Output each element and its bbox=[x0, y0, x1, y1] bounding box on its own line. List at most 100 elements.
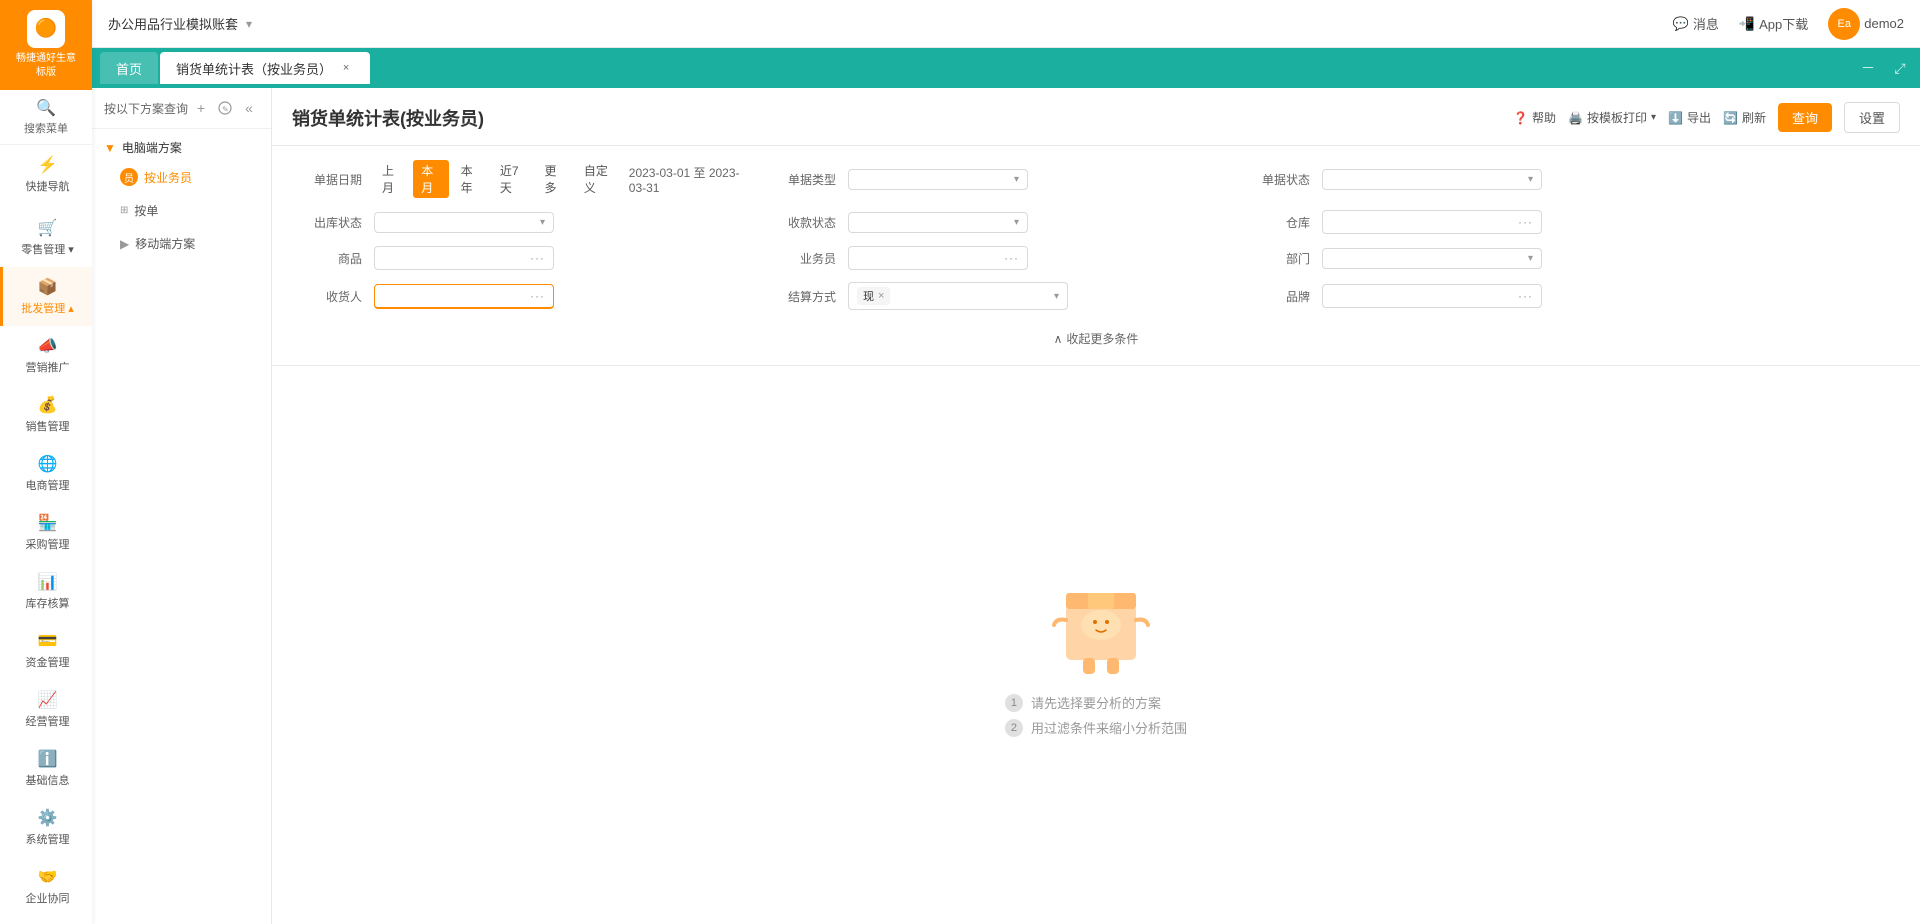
active-scheme-dot: 员 bbox=[120, 168, 138, 186]
refresh-action[interactable]: 🔄 刷新 bbox=[1723, 109, 1766, 126]
settlement-select[interactable]: 现 × ▾ bbox=[848, 282, 1068, 310]
consignee-input[interactable]: ··· bbox=[374, 284, 554, 309]
user-profile[interactable]: Ea demo2 bbox=[1828, 8, 1904, 40]
svg-text:✎: ✎ bbox=[222, 105, 229, 114]
wholesale-label: 批发管理 ▴ bbox=[21, 300, 74, 316]
collapse-button[interactable]: ∧ 收起更多条件 bbox=[1042, 326, 1151, 351]
help-action[interactable]: ❓ 帮助 bbox=[1513, 109, 1556, 126]
settings-button[interactable]: 设置 bbox=[1844, 102, 1900, 133]
tabs-actions: － ⤢ bbox=[1856, 56, 1912, 80]
print-dropdown-icon: ▾ bbox=[1651, 112, 1656, 123]
receive-status-select[interactable]: ▾ bbox=[848, 212, 1028, 233]
sidebar-item-ecommerce[interactable]: 🌐 电商管理 bbox=[0, 444, 92, 503]
sidebar-item-finance[interactable]: 💳 资金管理 bbox=[0, 621, 92, 680]
user-avatar: Ea bbox=[1828, 8, 1860, 40]
sidebar-item-wholesale[interactable]: 📦 批发管理 ▴ bbox=[0, 267, 92, 326]
settlement-label: 结算方式 bbox=[766, 288, 836, 305]
message-action[interactable]: 💬 消息 bbox=[1673, 14, 1719, 33]
date-tab-custom[interactable]: 自定义 bbox=[576, 160, 621, 198]
salesperson-input[interactable]: ··· bbox=[848, 246, 1028, 270]
date-filter-control: 上月 本月 本年 近7天 更多 自定义 2023-03-01 至 2023-03… bbox=[374, 160, 754, 198]
scheme-item-mobile[interactable]: ▶ 移动端方案 bbox=[92, 229, 271, 258]
warehouse-input[interactable]: ··· bbox=[1322, 210, 1542, 234]
date-tab-thisyear[interactable]: 本年 bbox=[453, 160, 488, 198]
scheme-item-salesperson[interactable]: 员 按业务员 bbox=[92, 162, 271, 192]
brand-input[interactable]: ··· bbox=[1322, 284, 1542, 308]
sidebar-item-inventory[interactable]: 📊 库存核算 bbox=[0, 562, 92, 621]
filter-row-3: 商品 ··· 业务员 ··· 部门 bbox=[292, 246, 1900, 270]
sidebar-item-newbie[interactable]: 🆕 新手引导 bbox=[0, 916, 92, 924]
doc-type-arrow: ▾ bbox=[1014, 174, 1019, 185]
empty-hint-2: 2 用过滤条件来缩小分析范围 bbox=[1005, 715, 1187, 740]
brand-control[interactable]: ··· bbox=[1322, 284, 1702, 308]
salesperson-control[interactable]: ··· bbox=[848, 246, 1228, 270]
out-status-select[interactable]: ▾ bbox=[374, 212, 554, 233]
ecommerce-label: 电商管理 bbox=[26, 477, 70, 493]
department-label: 部门 bbox=[1240, 250, 1310, 267]
out-status-control[interactable]: ▾ bbox=[374, 212, 754, 233]
date-tab-thismonth[interactable]: 本月 bbox=[413, 160, 448, 198]
tab-sales-stats[interactable]: 销货单统计表（按业务员） × bbox=[160, 52, 370, 84]
date-tab-lastmonth[interactable]: 上月 bbox=[374, 160, 409, 198]
refresh-icon: 🔄 bbox=[1723, 111, 1738, 125]
sidebar-item-marketing[interactable]: 📣 营销推广 bbox=[0, 326, 92, 385]
receive-status-control[interactable]: ▾ bbox=[848, 212, 1228, 233]
settlement-tag-close-btn[interactable]: × bbox=[878, 290, 884, 302]
empty-hints: 1 请先选择要分析的方案 2 用过滤条件来缩小分析范围 bbox=[1005, 690, 1187, 740]
export-action[interactable]: ⬇️ 导出 bbox=[1668, 109, 1711, 126]
doc-status-select[interactable]: ▾ bbox=[1322, 169, 1542, 190]
settlement-arrow: ▾ bbox=[1054, 291, 1059, 302]
scheme-collapse-btn[interactable]: « bbox=[239, 98, 259, 118]
active-tab-label: 销货单统计表（按业务员） bbox=[176, 59, 332, 78]
goods-label: 商品 bbox=[292, 250, 362, 267]
goods-input[interactable]: ··· bbox=[374, 246, 554, 270]
doc-type-select[interactable]: ▾ bbox=[848, 169, 1028, 190]
print-action[interactable]: 🖨️ 按模板打印 ▾ bbox=[1568, 109, 1656, 126]
help-icon: ❓ bbox=[1513, 111, 1528, 125]
finance-label: 资金管理 bbox=[26, 654, 70, 670]
settlement-control[interactable]: 现 × ▾ bbox=[848, 282, 1228, 310]
order-expand-icon: ⊞ bbox=[120, 205, 128, 216]
date-tab-more[interactable]: 更多 bbox=[537, 160, 572, 198]
scheme-desktop-header[interactable]: ▼ 电脑端方案 bbox=[92, 133, 271, 162]
sidebar-item-system[interactable]: ⚙️ 系统管理 bbox=[0, 798, 92, 857]
tab-minimize-btn[interactable]: － bbox=[1856, 56, 1880, 80]
scheme-add-btn[interactable]: + bbox=[191, 98, 211, 118]
settlement-tag-text: 现 bbox=[863, 288, 874, 304]
department-select[interactable]: ▾ bbox=[1322, 248, 1542, 269]
sidebar-item-sales[interactable]: 💰 销售管理 bbox=[0, 385, 92, 444]
query-button[interactable]: 查询 bbox=[1778, 103, 1832, 132]
warehouse-control[interactable]: ··· bbox=[1322, 210, 1702, 234]
sidebar-item-basic[interactable]: ℹ️ 基础信息 bbox=[0, 739, 92, 798]
goods-control[interactable]: ··· bbox=[374, 246, 754, 270]
app-download-action[interactable]: 📲 App下载 bbox=[1739, 14, 1808, 33]
sidebar-item-enterprise[interactable]: 🤝 企业协同 bbox=[0, 857, 92, 916]
tab-close-btn[interactable]: × bbox=[338, 60, 354, 76]
sidebar-item-purchase[interactable]: 🏪 采购管理 bbox=[0, 503, 92, 562]
scheme-order-header[interactable]: ⊞ 按单 bbox=[92, 196, 271, 225]
sidebar-item-operations[interactable]: 📈 经营管理 bbox=[0, 680, 92, 739]
sidebar-search[interactable]: 🔍 搜索菜单 bbox=[0, 90, 92, 145]
print-icon: 🖨️ bbox=[1568, 111, 1583, 125]
empty-hint-1: 1 请先选择要分析的方案 bbox=[1005, 690, 1187, 715]
tab-home[interactable]: 首页 bbox=[100, 52, 158, 84]
finance-icon: 💳 bbox=[38, 631, 58, 651]
doc-status-arrow: ▾ bbox=[1528, 174, 1533, 185]
date-tab-7days[interactable]: 近7天 bbox=[492, 160, 533, 198]
department-control[interactable]: ▾ bbox=[1322, 248, 1702, 269]
sidebar-item-retail[interactable]: 🛒 零售管理 ▾ bbox=[0, 208, 92, 267]
consignee-control[interactable]: ··· bbox=[374, 284, 754, 309]
doc-status-control[interactable]: ▾ bbox=[1322, 169, 1702, 190]
content-area: 按以下方案查询 + ✎ « ▼ 电脑端方案 员 按业务员 bbox=[92, 88, 1920, 924]
tab-maximize-btn[interactable]: ⤢ bbox=[1888, 56, 1912, 80]
topbar-dropdown-arrow[interactable]: ▾ bbox=[246, 17, 252, 31]
out-status-arrow: ▾ bbox=[540, 217, 545, 228]
inventory-icon: 📊 bbox=[38, 572, 58, 592]
scheme-order-label: 按单 bbox=[134, 202, 158, 219]
doc-type-control[interactable]: ▾ bbox=[848, 169, 1228, 190]
scheme-edit-btn[interactable]: ✎ bbox=[215, 98, 235, 118]
sidebar-item-quicknav[interactable]: ⚡ 快捷导航 bbox=[0, 145, 92, 204]
salesperson-label: 业务员 bbox=[766, 250, 836, 267]
desktop-expand-icon: ▼ bbox=[104, 141, 116, 155]
department-arrow: ▾ bbox=[1528, 253, 1533, 264]
